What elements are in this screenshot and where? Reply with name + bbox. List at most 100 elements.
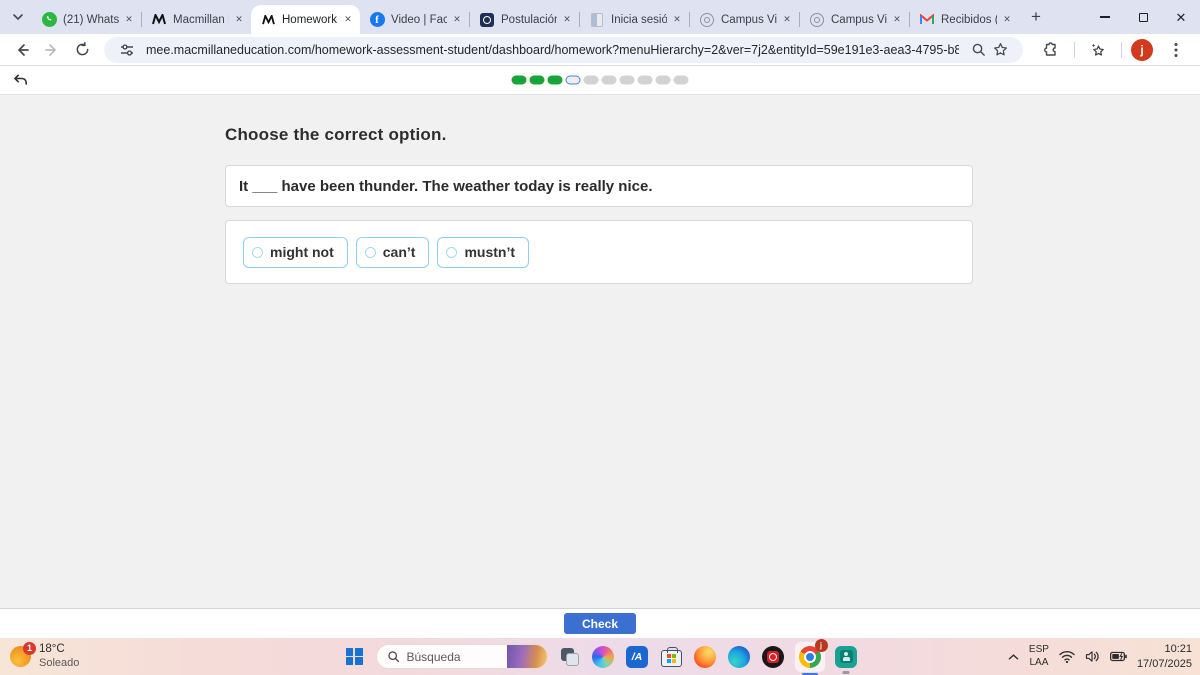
reload-icon	[76, 42, 88, 56]
return-arrow-icon	[13, 74, 27, 85]
media-app-icon	[762, 645, 784, 668]
language-indicator[interactable]: ESP LAA	[1029, 644, 1049, 669]
zoom-magnifier-icon[interactable]	[967, 42, 989, 57]
battery-button[interactable]	[1109, 651, 1127, 662]
tab-macmillan[interactable]: Macmillan Ed ✕	[142, 5, 251, 34]
tab-close-icon[interactable]: ✕	[341, 13, 355, 27]
radio-circle-icon	[252, 246, 263, 258]
windows-logo-icon	[345, 648, 363, 665]
gmail-icon	[919, 12, 935, 28]
tab-campus-virtual-2[interactable]: Campus Virtu ✕	[800, 5, 909, 34]
progress-pill-current	[565, 75, 581, 85]
university-crest-icon	[809, 12, 825, 28]
tab-facebook-video[interactable]: f Video | Faceb ✕	[360, 5, 469, 34]
start-button[interactable]	[342, 644, 367, 669]
edge-button[interactable]	[727, 644, 752, 669]
tab-strip: (21) WhatsAp ✕ Macmillan Ed ✕ Homework ✕…	[0, 0, 1200, 34]
language-top: ESP	[1028, 644, 1049, 655]
tab-close-icon[interactable]: ✕	[890, 13, 904, 27]
weather-widget[interactable]: 1 18°C Soleado	[10, 641, 79, 670]
wifi-button[interactable]	[1059, 650, 1075, 663]
option-mustnt[interactable]: mustn’t	[437, 236, 530, 268]
language-bottom: LAA	[1029, 656, 1049, 668]
minimize-button[interactable]	[1086, 0, 1124, 34]
exit-exercise-button[interactable]	[9, 69, 31, 91]
tab-search-button[interactable]	[4, 3, 32, 31]
tab-gmail-recibidos[interactable]: Recibidos (4. ✕	[910, 5, 1019, 34]
tab-close-icon[interactable]: ✕	[670, 13, 684, 27]
volume-button[interactable]	[1085, 650, 1100, 663]
firefox-button[interactable]	[693, 644, 718, 669]
minimize-icon	[1100, 16, 1110, 18]
firefox-icon	[694, 645, 716, 668]
microsoft-store-button[interactable]	[659, 644, 684, 669]
tab-close-icon[interactable]: ✕	[122, 13, 136, 27]
profile-avatar[interactable]: j	[1131, 38, 1153, 61]
option-might-not[interactable]: might not	[243, 236, 348, 268]
progress-pills	[511, 75, 689, 85]
taskbar-center: Búsqueda /A j	[342, 638, 859, 675]
tray-expand-button[interactable]	[1008, 653, 1019, 661]
edge-icon	[728, 645, 750, 668]
copilot-icon	[592, 645, 614, 668]
option-label: might not	[270, 244, 334, 260]
blue-a-app-button[interactable]: /A	[625, 644, 650, 669]
url-text[interactable]: mee.macmillaneducation.com/homework-asse…	[146, 43, 959, 57]
close-icon: ✕	[1175, 9, 1187, 25]
task-view-button[interactable]	[557, 644, 582, 669]
chrome-button-active[interactable]: j	[794, 638, 828, 675]
tab-inicia-sesion[interactable]: Inicia sesión ✕	[580, 5, 689, 34]
progress-pill-done	[547, 75, 563, 85]
kebab-menu-icon	[1174, 42, 1178, 57]
teal-person-app-button[interactable]	[834, 644, 859, 674]
progress-pill-todo	[637, 75, 653, 85]
option-label: mustn’t	[464, 244, 516, 260]
site-settings-tune-icon[interactable]	[116, 43, 138, 57]
reload-button[interactable]	[68, 36, 96, 64]
university-crest-icon	[699, 12, 715, 28]
progress-pill-todo	[583, 75, 599, 85]
back-button[interactable]	[8, 36, 36, 64]
new-tab-button[interactable]: +	[1023, 4, 1049, 30]
bookmark-star-icon[interactable]	[989, 42, 1011, 57]
tab-title: Recibidos (4.	[941, 13, 997, 26]
toolbar-divider	[1121, 41, 1122, 58]
tab-close-icon[interactable]: ✕	[232, 13, 246, 27]
extensions-puzzle-icon	[1044, 41, 1056, 56]
tab-postulacion[interactable]: Postulación e ✕	[470, 5, 579, 34]
tray-date: 17/07/2025	[1136, 657, 1192, 670]
question-card: It ___ have been thunder. The weather to…	[225, 165, 973, 207]
maximize-button[interactable]	[1124, 0, 1162, 34]
side-panel-bookmarks-button[interactable]	[1084, 36, 1112, 64]
clock-widget[interactable]: 10:21 17/07/2025	[1137, 642, 1192, 671]
tab-close-icon[interactable]: ✕	[780, 13, 794, 27]
option-label: can’t	[382, 244, 416, 260]
battery-charging-icon	[1109, 651, 1127, 662]
copilot-button[interactable]	[591, 644, 616, 669]
speaker-icon	[1085, 651, 1099, 662]
progress-pill-todo	[619, 75, 635, 85]
browser-menu-button[interactable]	[1162, 36, 1190, 64]
address-bar[interactable]: mee.macmillaneducation.com/homework-asse…	[104, 36, 1023, 63]
tab-homework-active[interactable]: Homework ✕	[251, 5, 360, 34]
tab-campus-virtual-1[interactable]: Campus Virtu ✕	[690, 5, 799, 34]
tab-whatsapp[interactable]: (21) WhatsAp ✕	[32, 5, 141, 34]
option-cant[interactable]: can’t	[355, 236, 430, 268]
weather-temp: 18°C	[39, 643, 65, 655]
check-button[interactable]: Check	[564, 613, 636, 634]
taskbar-search[interactable]: Búsqueda	[375, 644, 548, 669]
toolbar-divider	[1074, 41, 1075, 58]
progress-pill-todo	[673, 75, 689, 85]
tab-close-icon[interactable]: ✕	[450, 13, 464, 27]
maximize-icon	[1138, 12, 1148, 22]
progress-pill-todo	[601, 75, 617, 85]
chevron-down-icon	[13, 14, 23, 21]
close-button[interactable]: ✕	[1162, 0, 1200, 34]
extensions-button[interactable]	[1037, 36, 1065, 64]
media-app-button[interactable]	[761, 644, 786, 669]
notification-badge: 1	[23, 641, 36, 655]
macmillan-icon	[151, 12, 167, 28]
tab-close-icon[interactable]: ✕	[560, 13, 574, 27]
forward-button[interactable]	[38, 36, 66, 64]
tab-close-icon[interactable]: ✕	[1000, 13, 1014, 27]
